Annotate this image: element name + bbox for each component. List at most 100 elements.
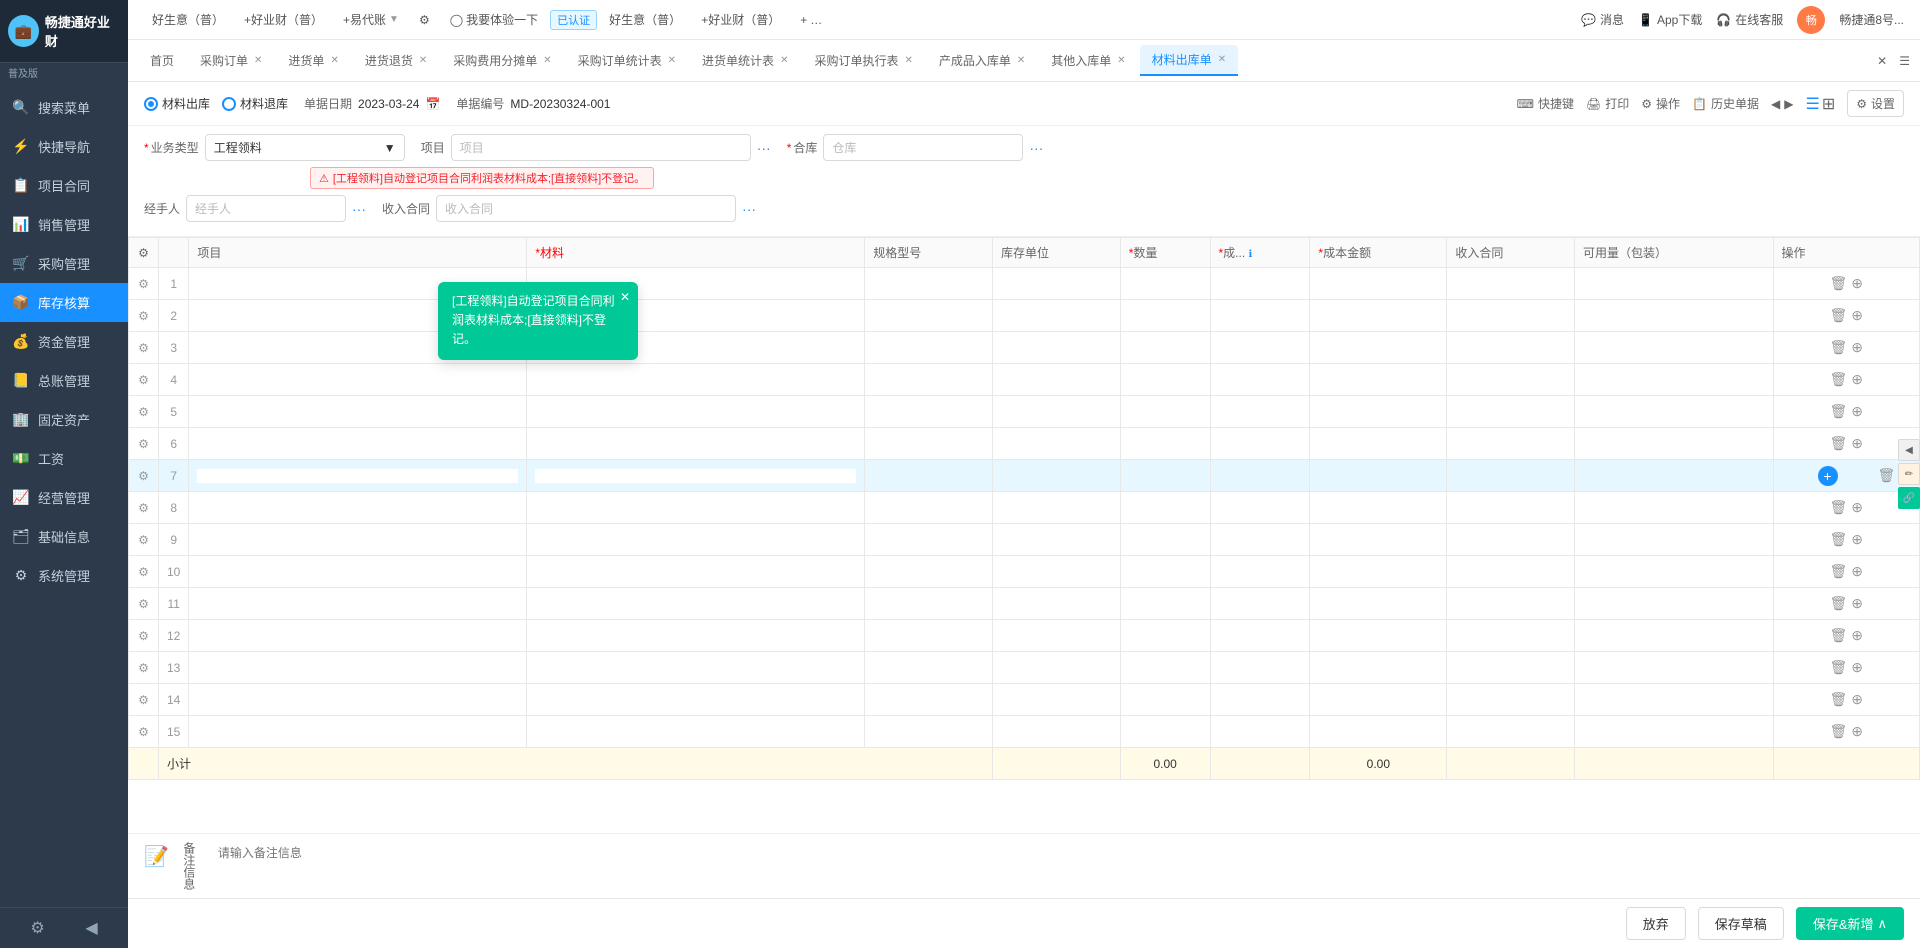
available-cell[interactable] [1575,620,1773,652]
quantity-cell[interactable] [1120,396,1210,428]
unit-cell[interactable] [993,524,1121,556]
cost-price-cell[interactable] [1210,524,1310,556]
save-new-button[interactable]: 保存&新增 ∧ [1796,907,1904,940]
copy-icon[interactable]: ⊕ [1851,307,1863,324]
tab-product-in[interactable]: 产成品入库单 ✕ [927,46,1037,75]
available-cell[interactable] [1575,492,1773,524]
copy-icon[interactable]: ⊕ [1851,403,1863,420]
unit-cell[interactable] [993,684,1121,716]
spec-cell[interactable] [865,268,993,300]
global-nav-more3[interactable]: + … [792,9,830,31]
sidebar-item-search[interactable]: 🔍 搜索菜单 [0,88,128,127]
copy-icon[interactable]: ⊕ [1851,371,1863,388]
cost-amount-cell[interactable] [1310,684,1447,716]
sidebar-item-fixed[interactable]: 🏢 固定资产 [0,400,128,439]
sidebar-item-sales[interactable]: 📊 销售管理 [0,205,128,244]
project-cell[interactable] [189,396,527,428]
float-btn-1[interactable]: ◀ [1898,439,1920,461]
cost-price-cell[interactable] [1210,588,1310,620]
operation-btn[interactable]: ⚙ 操作 [1641,95,1680,112]
grid-view-btn[interactable]: ⊞ [1822,94,1835,114]
material-cell[interactable] [527,620,865,652]
global-nav-good-finance[interactable]: +好业财（普） [236,7,331,32]
copy-icon[interactable]: ⊕ [1851,595,1863,612]
income-contract-cell[interactable] [1447,652,1575,684]
history-btn[interactable]: 📋 历史单据 [1692,95,1759,112]
income-contract-cell[interactable] [1447,300,1575,332]
cost-amount-cell[interactable] [1310,332,1447,364]
income-contract-dots-btn[interactable]: ··· [742,201,756,217]
material-cell[interactable] [527,428,865,460]
unit-cell[interactable] [993,556,1121,588]
notes-input[interactable] [218,842,1904,864]
project-cell[interactable] [189,524,527,556]
spec-cell[interactable] [865,460,993,492]
more-tabs-btn[interactable]: ☰ [1899,54,1910,68]
project-cell[interactable] [189,620,527,652]
available-cell[interactable] [1575,684,1773,716]
quickkey-btn[interactable]: ⌨ 快捷键 [1517,95,1574,112]
spec-cell[interactable] [865,588,993,620]
sidebar-item-basic[interactable]: 🗂 基础信息 [0,517,128,556]
project-cell[interactable] [189,588,527,620]
available-cell[interactable] [1575,396,1773,428]
message-btn[interactable]: 💬 消息 [1581,11,1624,28]
spec-cell[interactable] [865,684,993,716]
app-download-btn[interactable]: 📱 App下载 [1638,11,1702,28]
unit-cell[interactable] [993,460,1121,492]
project-cell-input[interactable] [197,469,518,483]
cost-price-cell[interactable] [1210,620,1310,652]
income-contract-cell[interactable] [1447,364,1575,396]
prev-btn[interactable]: ◀ [1771,97,1780,111]
material-cell[interactable] [527,364,865,396]
date-value[interactable]: 2023-03-24 [358,97,419,111]
quantity-cell[interactable] [1120,428,1210,460]
sidebar-item-system[interactable]: ⚙ 系统管理 [0,556,128,595]
cost-amount-cell[interactable] [1310,556,1447,588]
cost-amount-cell[interactable] [1310,716,1447,748]
radio-material-out[interactable]: 材料出库 [144,95,210,112]
spec-cell[interactable] [865,716,993,748]
unit-cell[interactable] [993,364,1121,396]
unit-cell[interactable] [993,332,1121,364]
cost-amount-cell[interactable] [1310,428,1447,460]
delete-icon[interactable]: 🗑 [1830,275,1848,292]
copy-icon[interactable]: ⊕ [1851,435,1863,452]
cost-amount-cell[interactable] [1310,460,1447,492]
income-contract-cell[interactable] [1447,716,1575,748]
delete-icon[interactable]: 🗑 [1830,563,1848,580]
copy-icon[interactable]: ⊕ [1851,499,1863,516]
tab-purchase-stats[interactable]: 采购订单统计表 ✕ [566,46,688,75]
tab-close-icon[interactable]: ✕ [904,55,912,66]
cost-amount-cell[interactable] [1310,588,1447,620]
copy-icon[interactable]: ⊕ [1851,723,1863,740]
tab-close-icon[interactable]: ✕ [1017,55,1025,66]
available-cell[interactable] [1575,716,1773,748]
float-btn-2[interactable]: ✏ [1898,463,1920,485]
project-cell[interactable] [189,460,527,492]
tooltip-close-btn[interactable]: ✕ [620,288,630,307]
tab-close-icon[interactable]: ✕ [668,55,676,66]
cost-price-cell[interactable] [1210,364,1310,396]
cost-price-cell[interactable] [1210,556,1310,588]
user-avatar[interactable]: 畅 [1797,6,1825,34]
material-cell[interactable] [527,492,865,524]
cost-price-cell[interactable] [1210,716,1310,748]
online-service-btn[interactable]: 🎧 在线客服 [1716,11,1783,28]
available-cell[interactable] [1575,300,1773,332]
tab-material-out[interactable]: 材料出库单 ✕ [1140,45,1238,76]
unit-cell[interactable] [993,268,1121,300]
cost-price-cell[interactable] [1210,460,1310,492]
material-cell[interactable] [527,396,865,428]
copy-icon[interactable]: ⊕ [1851,691,1863,708]
tab-close-icon[interactable]: ✕ [1117,55,1125,66]
sidebar-item-project[interactable]: 📋 项目合同 [0,166,128,205]
tab-other-in[interactable]: 其他入库单 ✕ [1039,46,1137,75]
add-row-btn[interactable]: + [1818,466,1838,486]
income-contract-input[interactable]: 收入合同 [436,195,736,222]
close-all-btn[interactable]: ✕ [1877,54,1887,68]
income-contract-cell[interactable] [1447,428,1575,460]
cost-price-cell[interactable] [1210,332,1310,364]
float-btn-3[interactable]: 🔗 [1898,487,1920,509]
unit-cell[interactable] [993,588,1121,620]
